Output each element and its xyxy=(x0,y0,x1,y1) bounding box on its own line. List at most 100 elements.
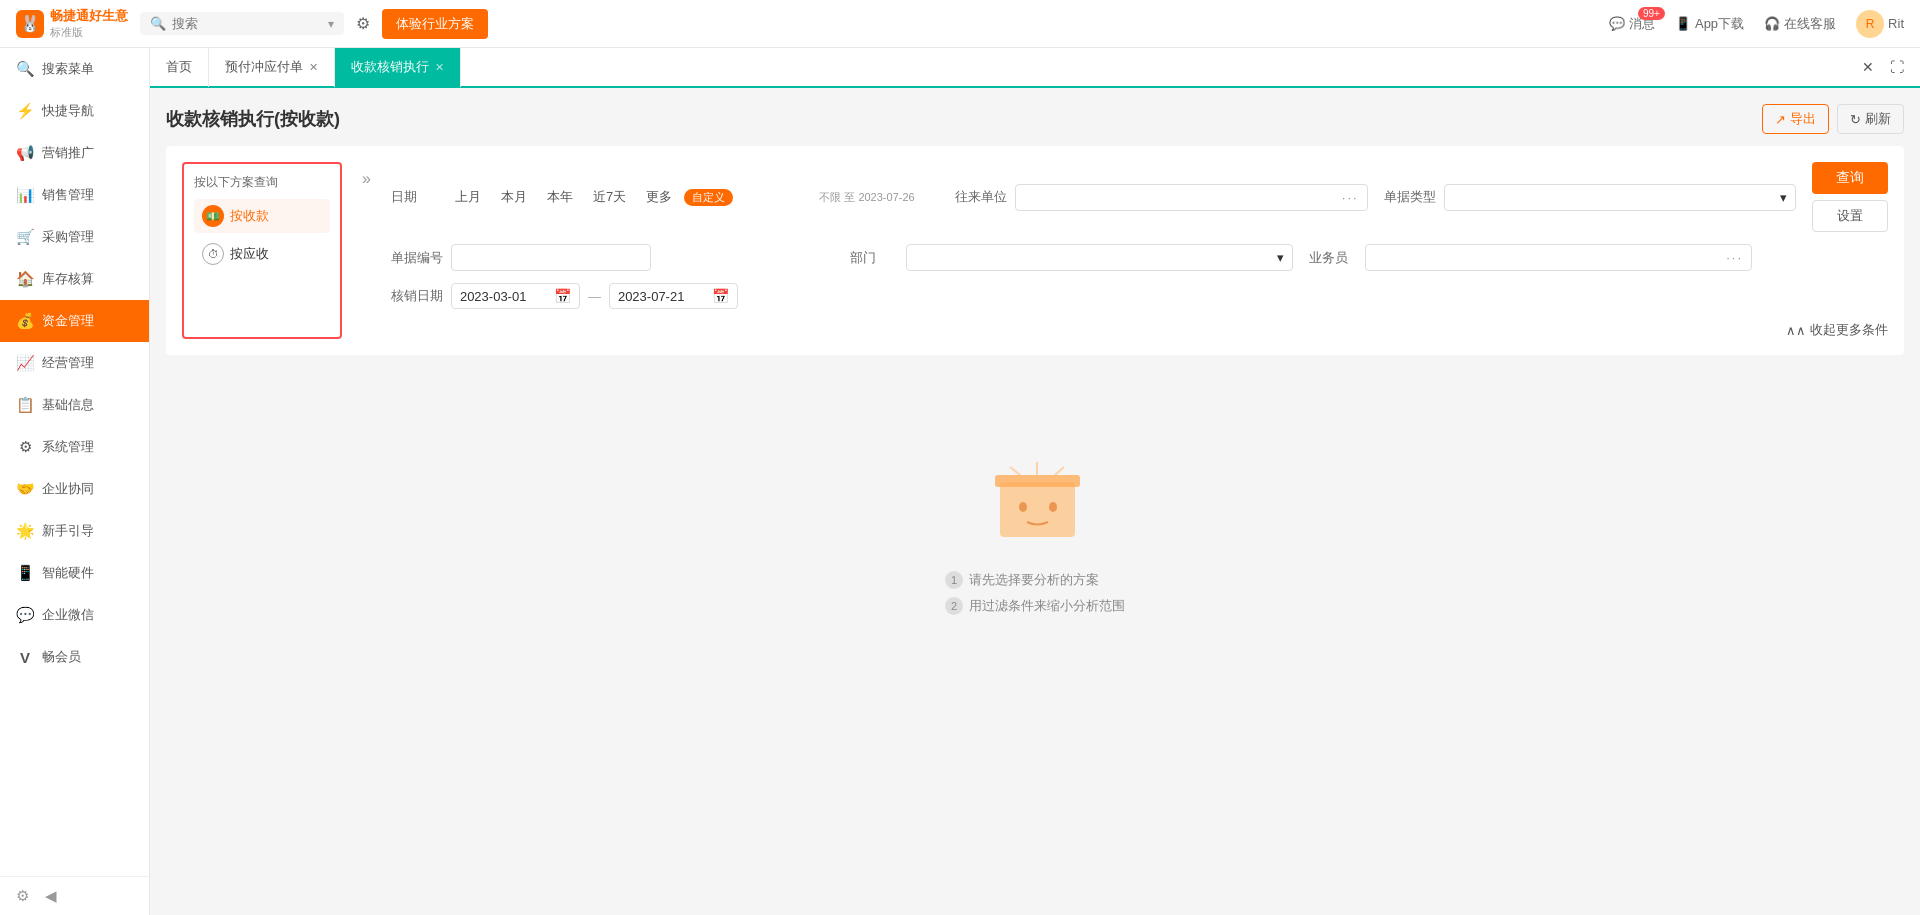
svg-point-2 xyxy=(1019,502,1027,512)
refresh-button[interactable]: ↻ 刷新 xyxy=(1837,104,1904,134)
gear-icon[interactable]: ⚙ xyxy=(356,14,370,33)
tip-num-2: 2 xyxy=(945,597,963,615)
sidebar-item-search[interactable]: 🔍 搜索菜单 xyxy=(0,48,149,90)
date-7days-button[interactable]: 近7天 xyxy=(585,186,634,208)
filter-actions: ∧∧ 收起更多条件 xyxy=(391,321,1888,339)
page-title: 收款核销执行(按收款) xyxy=(166,107,340,131)
tab-close-prepay[interactable]: ✕ xyxy=(309,61,318,74)
user-profile[interactable]: R Rit xyxy=(1856,10,1904,38)
chevron-down-icon: ▾ xyxy=(1780,190,1787,205)
avatar: R xyxy=(1856,10,1884,38)
close-tab-button[interactable]: ✕ xyxy=(1858,55,1878,79)
sidebar-item-purchase[interactable]: 🛒 采购管理 xyxy=(0,216,149,258)
wechat-icon: 💬 xyxy=(16,606,34,624)
sidebar-item-inventory[interactable]: 🏠 库存核算 xyxy=(0,258,149,300)
date-range-separator: — xyxy=(588,289,601,304)
date-more-button[interactable]: 更多 xyxy=(638,186,680,208)
filter-row-3: 核销日期 📅 — 📅 xyxy=(391,283,1888,309)
empty-tip-2: 2 用过滤条件来缩小分析范围 xyxy=(945,593,1125,619)
sidebar-bottom: ⚙ ◀ xyxy=(0,876,149,915)
department-select[interactable]: ▾ xyxy=(906,244,1293,271)
date-hint: 不限 至 2023-07-26 xyxy=(819,190,939,205)
settings-icon: ⚙ xyxy=(16,438,34,456)
maximize-tab-button[interactable]: ⛶ xyxy=(1886,55,1908,79)
receipt-icon: 💵 xyxy=(202,205,224,227)
date-custom-badge[interactable]: 自定义 xyxy=(684,189,733,206)
writeoff-date-start-wrap: 📅 xyxy=(451,283,580,309)
handshake-icon: 🤝 xyxy=(16,480,34,498)
search-input[interactable] xyxy=(172,16,322,31)
sidebar-item-guide[interactable]: 🌟 新手引导 xyxy=(0,510,149,552)
svg-rect-0 xyxy=(1000,482,1075,537)
export-button[interactable]: ↗ 导出 xyxy=(1762,104,1829,134)
empty-state: 1 请先选择要分析的方案 2 用过滤条件来缩小分析范围 xyxy=(166,367,1904,699)
sidebar-item-hardware[interactable]: 📱 智能硬件 xyxy=(0,552,149,594)
clipboard-icon: 📋 xyxy=(16,396,34,414)
writeoff-date-start-input[interactable] xyxy=(460,289,550,304)
svg-line-4 xyxy=(1010,467,1020,475)
bill-type-select[interactable]: ▾ xyxy=(1444,184,1796,211)
refresh-icon: ↻ xyxy=(1850,112,1861,127)
writeoff-date-field: 核销日期 📅 — 📅 xyxy=(391,283,1888,309)
salesperson-field: 业务员 ··· xyxy=(1309,244,1752,271)
sidebar: 🔍 搜索菜单 ⚡ 快捷导航 📢 营销推广 📊 销售管理 🛒 采购管理 🏠 库存核… xyxy=(0,48,150,915)
star-icon: 🌟 xyxy=(16,522,34,540)
filter-row-1: 日期 上月 本月 本年 近7天 更多 自定义 不限 至 2023-07-26 xyxy=(391,162,1888,232)
message-icon: 💬 xyxy=(1609,16,1625,31)
tab-bar: 首页 预付冲应付单 ✕ 收款核销执行 ✕ ✕ ⛶ xyxy=(150,48,1920,88)
empty-tip-1: 1 请先选择要分析的方案 xyxy=(945,567,1125,593)
date-this-month-button[interactable]: 本月 xyxy=(493,186,535,208)
calendar-end-icon[interactable]: 📅 xyxy=(712,288,729,304)
collapse-sidebar-icon[interactable]: ◀ xyxy=(45,887,57,905)
sidebar-item-member[interactable]: V 畅会员 xyxy=(0,636,149,678)
sidebar-item-sales[interactable]: 📊 销售管理 xyxy=(0,174,149,216)
search-icon: 🔍 xyxy=(150,16,166,31)
filter-option-by-receipt[interactable]: 💵 按收款 xyxy=(194,199,330,233)
main-layout: 🔍 搜索菜单 ⚡ 快捷导航 📢 营销推广 📊 销售管理 🛒 采购管理 🏠 库存核… xyxy=(0,48,1920,915)
bill-number-input[interactable] xyxy=(451,244,651,271)
bill-type-label: 单据类型 xyxy=(1384,188,1436,206)
app-edition: 标准版 xyxy=(50,25,128,40)
megaphone-icon: 📢 xyxy=(16,144,34,162)
sidebar-item-basic-info[interactable]: 📋 基础信息 xyxy=(0,384,149,426)
filter-options-panel: 按以下方案查询 💵 按收款 ⏱ 按应收 xyxy=(182,162,342,339)
app-icon: 📱 xyxy=(1675,16,1691,31)
tab-writeoff[interactable]: 收款核销执行 ✕ xyxy=(335,48,461,87)
empty-tips: 1 请先选择要分析的方案 2 用过滤条件来缩小分析范围 xyxy=(945,567,1125,619)
sidebar-item-finance[interactable]: 💰 资金管理 xyxy=(0,300,149,342)
money-icon: 💰 xyxy=(16,312,34,330)
tab-close-writeoff[interactable]: ✕ xyxy=(435,61,444,74)
query-button[interactable]: 查询 xyxy=(1812,162,1888,194)
filter-collapse-button[interactable]: » xyxy=(358,166,375,192)
trading-unit-input[interactable]: ··· xyxy=(1015,184,1367,211)
tab-prepay[interactable]: 预付冲应付单 ✕ xyxy=(209,48,335,87)
tab-home[interactable]: 首页 xyxy=(150,48,209,87)
customer-service-button[interactable]: 🎧 在线客服 xyxy=(1764,15,1836,33)
svg-line-6 xyxy=(1055,467,1064,475)
sidebar-item-collaboration[interactable]: 🤝 企业协同 xyxy=(0,468,149,510)
sidebar-item-wechat[interactable]: 💬 企业微信 xyxy=(0,594,149,636)
settings-button[interactable]: 设置 xyxy=(1812,200,1888,232)
sidebar-item-system[interactable]: ⚙ 系统管理 xyxy=(0,426,149,468)
tab-bar-actions: ✕ ⛶ xyxy=(1858,55,1920,79)
filter-option-by-receivable[interactable]: ⏱ 按应收 xyxy=(194,237,330,271)
calendar-start-icon[interactable]: 📅 xyxy=(554,288,571,304)
sidebar-item-quicknav[interactable]: ⚡ 快捷导航 xyxy=(0,90,149,132)
solution-button[interactable]: 体验行业方案 xyxy=(382,9,488,39)
date-this-year-button[interactable]: 本年 xyxy=(539,186,581,208)
bottom-gear-icon[interactable]: ⚙ xyxy=(16,887,29,905)
svg-point-3 xyxy=(1049,502,1057,512)
app-download-button[interactable]: 📱 App下载 xyxy=(1675,15,1744,33)
collapse-conditions-button[interactable]: ∧∧ 收起更多条件 xyxy=(1786,321,1888,339)
filter-panel: 按以下方案查询 💵 按收款 ⏱ 按应收 » xyxy=(166,146,1904,355)
writeoff-date-range: 📅 — 📅 xyxy=(451,283,738,309)
date-last-month-button[interactable]: 上月 xyxy=(447,186,489,208)
message-button[interactable]: 💬 消息 99+ xyxy=(1609,15,1655,33)
salesperson-label: 业务员 xyxy=(1309,249,1357,267)
content-area: 首页 预付冲应付单 ✕ 收款核销执行 ✕ ✕ ⛶ 收款核销执行(按收款) xyxy=(150,48,1920,915)
sidebar-item-operation[interactable]: 📈 经营管理 xyxy=(0,342,149,384)
sidebar-item-marketing[interactable]: 📢 营销推广 xyxy=(0,132,149,174)
writeoff-date-end-input[interactable] xyxy=(618,289,708,304)
export-icon: ↗ xyxy=(1775,112,1786,127)
salesperson-input[interactable]: ··· xyxy=(1365,244,1752,271)
